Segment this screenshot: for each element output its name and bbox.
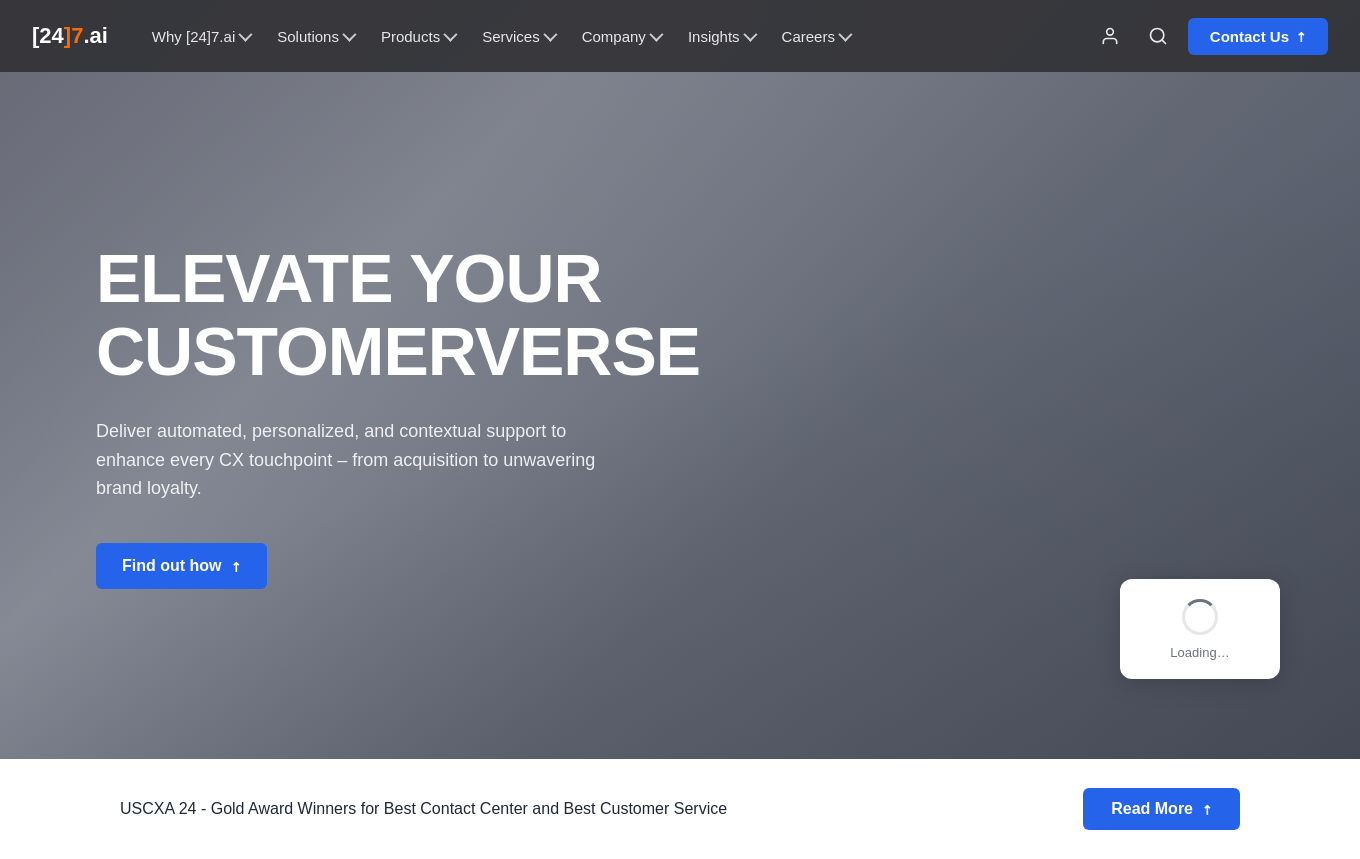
nav-label-products: Products	[381, 28, 440, 45]
logo-bracket-open: [	[32, 23, 39, 49]
find-out-how-label: Find out how	[122, 557, 222, 575]
chevron-down-icon	[743, 28, 757, 42]
contact-us-label: Contact Us	[1210, 28, 1289, 45]
nav-label-insights: Insights	[688, 28, 740, 45]
hero-title: ELEVATE YOUR CUSTOMERVERSE	[96, 242, 624, 389]
hero-title-line2: CUSTOMERVERSE	[96, 313, 700, 389]
loading-spinner	[1182, 599, 1218, 635]
chevron-down-icon	[443, 28, 457, 42]
chevron-down-icon	[239, 28, 253, 42]
hero-subtitle: Deliver automated, personalized, and con…	[96, 417, 624, 503]
nav-item-why[interactable]: Why [24]7.ai	[140, 20, 261, 53]
user-icon	[1100, 26, 1120, 46]
logo-24: 24	[39, 23, 63, 49]
banner-award-text: USCXA 24 - Gold Award Winners for Best C…	[120, 800, 727, 818]
nav-label-solutions: Solutions	[277, 28, 339, 45]
bottom-banner: USCXA 24 - Gold Award Winners for Best C…	[0, 759, 1360, 859]
nav-item-company[interactable]: Company	[570, 20, 672, 53]
nav-item-careers[interactable]: Careers	[770, 20, 861, 53]
loading-widget: Loading…	[1120, 579, 1280, 679]
nav-item-insights[interactable]: Insights	[676, 20, 766, 53]
read-more-label: Read More	[1111, 800, 1193, 818]
chevron-down-icon	[342, 28, 356, 42]
nav-label-why: Why [24]7.ai	[152, 28, 235, 45]
chevron-down-icon	[543, 28, 557, 42]
read-more-button[interactable]: Read More ↗	[1083, 788, 1240, 830]
navigation: [ 24 ]7 .ai Why [24]7.ai Solutions Produ…	[0, 0, 1360, 72]
contact-us-button[interactable]: Contact Us ↗	[1188, 18, 1328, 55]
hero-content: ELEVATE YOUR CUSTOMERVERSE Deliver autom…	[0, 242, 720, 589]
find-out-how-button[interactable]: Find out how ↗	[96, 543, 267, 589]
user-account-button[interactable]	[1092, 18, 1128, 54]
logo-7: ]7	[64, 23, 84, 49]
arrow-icon: ↗	[1197, 800, 1215, 818]
nav-items: Why [24]7.ai Solutions Products Services…	[140, 20, 1092, 53]
nav-label-company: Company	[582, 28, 646, 45]
search-icon	[1148, 26, 1168, 46]
nav-item-solutions[interactable]: Solutions	[265, 20, 365, 53]
nav-label-services: Services	[482, 28, 540, 45]
nav-label-careers: Careers	[782, 28, 835, 45]
chevron-down-icon	[838, 28, 852, 42]
chevron-down-icon	[649, 28, 663, 42]
nav-item-products[interactable]: Products	[369, 20, 466, 53]
search-button[interactable]	[1140, 18, 1176, 54]
svg-line-2	[1162, 40, 1166, 44]
loading-text: Loading…	[1170, 645, 1229, 660]
logo[interactable]: [ 24 ]7 .ai	[32, 23, 108, 49]
logo-dot-ai: .ai	[83, 23, 107, 49]
arrow-icon: ↗	[1291, 27, 1309, 45]
svg-point-0	[1106, 29, 1113, 36]
hero-title-line1: ELEVATE YOUR	[96, 240, 602, 316]
nav-actions: Contact Us ↗	[1092, 18, 1328, 55]
arrow-icon: ↗	[226, 557, 244, 575]
hero-section: ELEVATE YOUR CUSTOMERVERSE Deliver autom…	[0, 0, 1360, 759]
nav-item-services[interactable]: Services	[470, 20, 566, 53]
